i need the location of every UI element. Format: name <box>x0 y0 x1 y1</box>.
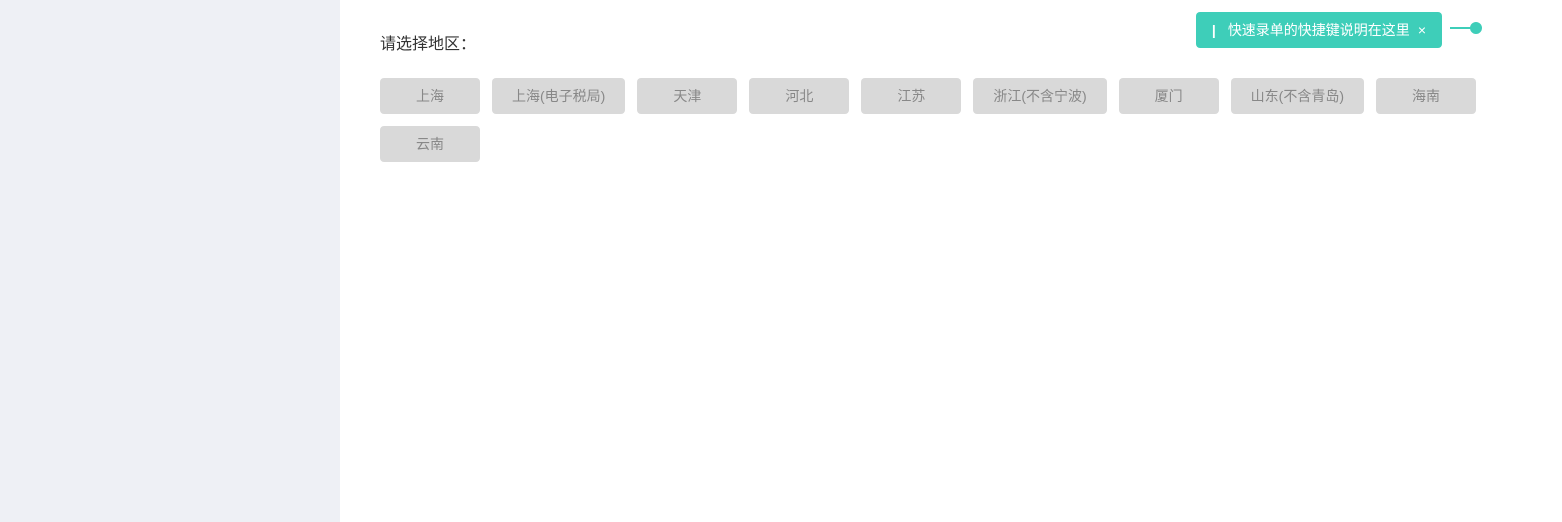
region-buttons: 上海上海(电子税局) 天津河北江苏浙江(不含宁波) 厦门山东(不含青岛) 海南云南 <box>380 78 1522 162</box>
region-button-shandong[interactable]: 山东(不含青岛) <box>1231 78 1364 114</box>
tooltip-banner: 快速录单的快捷键说明在这里 × <box>1196 12 1442 48</box>
region-button-hebei[interactable]: 河北 <box>749 78 849 114</box>
region-button-jiangsu[interactable]: 江苏 <box>861 78 961 114</box>
region-button-yunnan[interactable]: 云南 <box>380 126 480 162</box>
main-content: 请选择地区： 上海上海(电子税局)天津河北江苏浙江(不含宁波)厦门山东(不含青岛… <box>340 0 1562 522</box>
region-button-hainan[interactable]: 海南 <box>1376 78 1476 114</box>
tooltip-dot <box>1470 22 1482 34</box>
region-button-xiamen[interactable]: 厦门 <box>1119 78 1219 114</box>
region-button-zhejiang[interactable]: 浙江(不含宁波) <box>973 78 1106 114</box>
region-button-tianjin[interactable]: 天津 <box>637 78 737 114</box>
left-sidebar <box>0 0 340 522</box>
tooltip-text: 快速录单的快捷键说明在这里 <box>1228 20 1410 40</box>
tooltip-close-button[interactable]: × <box>1418 22 1426 38</box>
region-button-shanghai[interactable]: 上海 <box>380 78 480 114</box>
region-button-shanghai-etax[interactable]: 上海(电子税局) <box>492 78 625 114</box>
